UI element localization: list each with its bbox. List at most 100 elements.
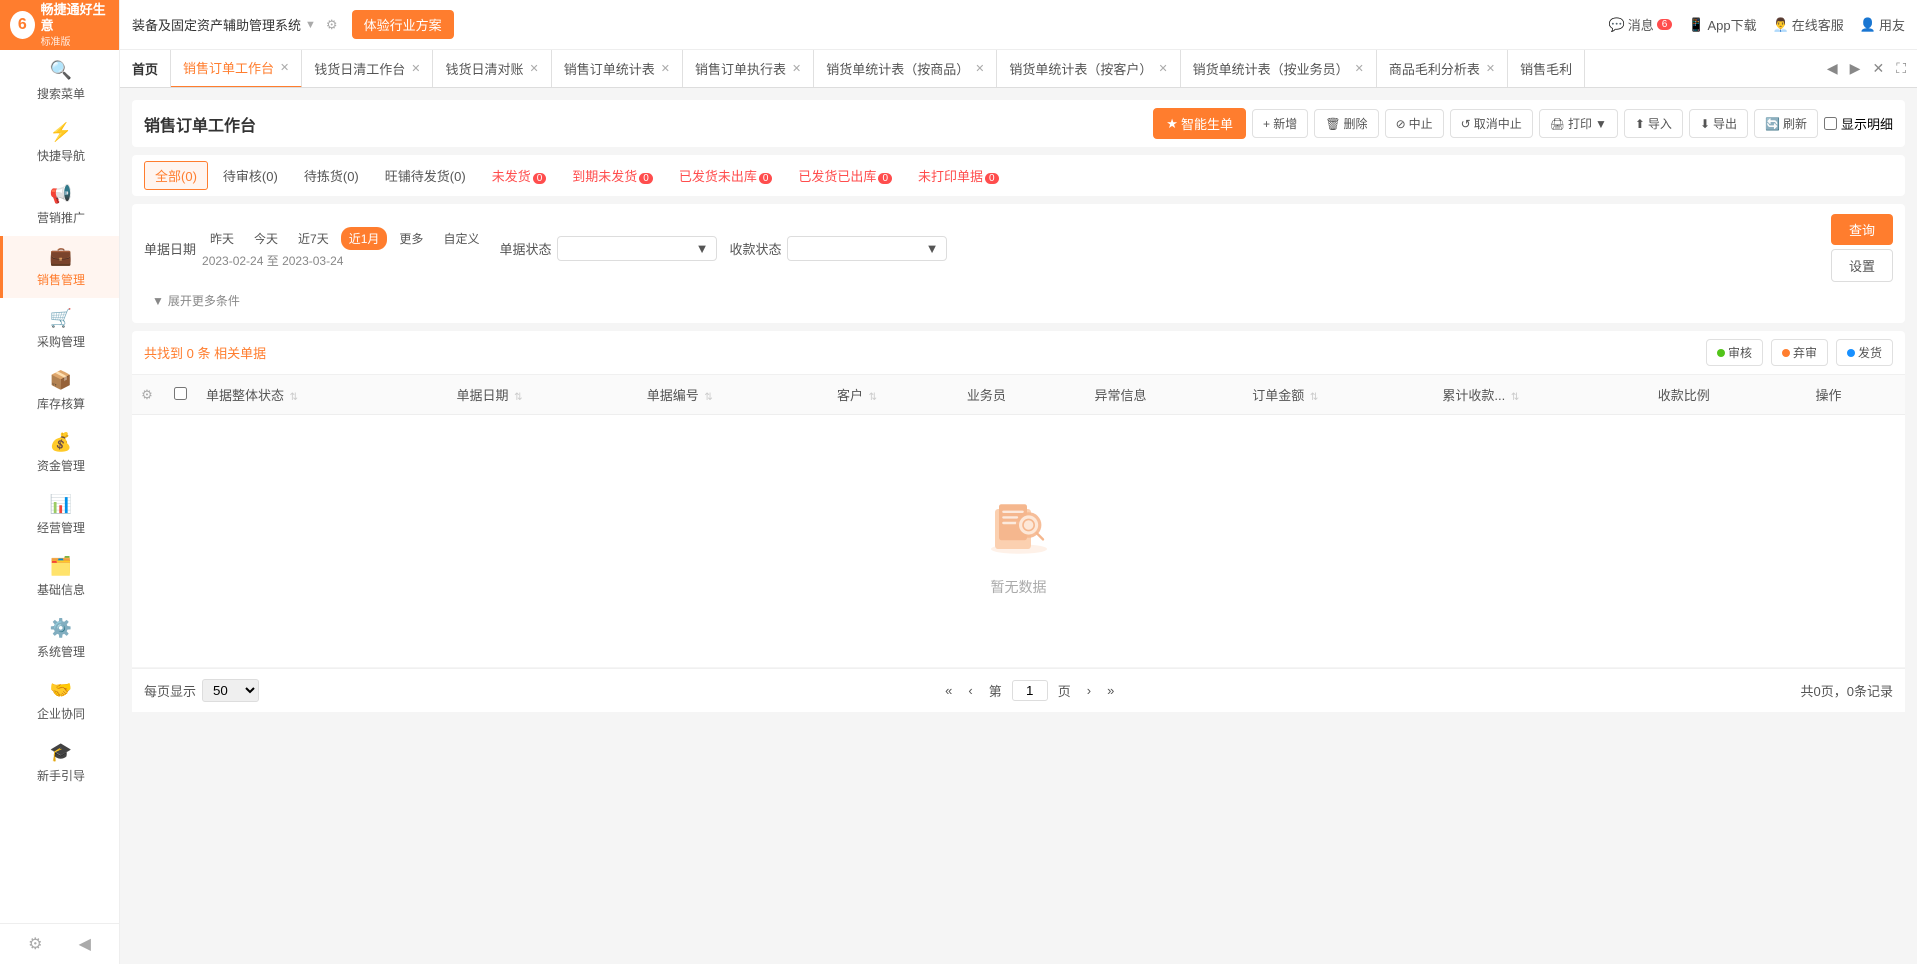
review-action-button[interactable]: 审核	[1706, 339, 1763, 366]
ftab-shipped-not-out[interactable]: 已发货未出库0	[668, 161, 784, 190]
unconfirm-action-button[interactable]: 弃审	[1771, 339, 1828, 366]
date-shortcut-1month[interactable]: 近1月	[341, 227, 388, 250]
ftab-wangpu-pending[interactable]: 旺铺待发货(0)	[374, 161, 477, 190]
sidebar-item-enterprise[interactable]: 🤝 企业协同	[0, 670, 119, 732]
page-number-input[interactable]	[1012, 680, 1048, 701]
tab-sales-summary-staff[interactable]: 销货单统计表（按业务员） ✕	[1181, 50, 1377, 88]
close-tab-icon[interactable]: ✕	[411, 62, 420, 75]
tabs-scroll-right-icon[interactable]: ▶	[1845, 58, 1866, 79]
th-settings[interactable]: ⚙	[132, 375, 162, 415]
payment-select[interactable]: ▼	[787, 236, 947, 261]
first-page-icon[interactable]: «	[939, 681, 958, 700]
empty-cell: 暂无数据	[132, 415, 1905, 668]
sort-icon[interactable]: ⇅	[514, 392, 522, 403]
sort-icon[interactable]: ⇅	[869, 392, 877, 403]
setting-button[interactable]: 设置	[1831, 249, 1893, 282]
tabs-fullscreen-icon[interactable]: ⛶	[1891, 58, 1911, 79]
tab-cash-reconcile[interactable]: 钱货日清对账 ✕	[433, 50, 551, 88]
close-tab-icon[interactable]: ✕	[1355, 62, 1364, 75]
last-page-icon[interactable]: »	[1101, 681, 1120, 700]
select-all-checkbox[interactable]	[174, 387, 187, 400]
show-detail-checkbox-label[interactable]: 显示明细	[1824, 114, 1893, 133]
tab-sales-summary-customer[interactable]: 销货单统计表（按客户） ✕	[997, 50, 1180, 88]
date-shortcut-custom[interactable]: 自定义	[435, 227, 487, 250]
collapse-icon[interactable]: ◀	[79, 934, 91, 954]
sort-icon[interactable]: ⇅	[704, 392, 712, 403]
online-service-item[interactable]: 👨‍💼 在线客服	[1773, 15, 1844, 34]
trial-button[interactable]: 体验行业方案	[352, 10, 454, 39]
app-download-item[interactable]: 📱 App下载	[1688, 15, 1756, 34]
sidebar-item-system[interactable]: ⚙️ 系统管理	[0, 608, 119, 670]
sidebar-item-baseinfo[interactable]: 🗂️ 基础信息	[0, 546, 119, 608]
export-button[interactable]: ⬇ 导出	[1689, 109, 1748, 138]
import-button[interactable]: ⬆ 导入	[1624, 109, 1683, 138]
sidebar-item-newbie[interactable]: 🎓 新手引导	[0, 732, 119, 794]
close-tab-icon[interactable]: ✕	[280, 61, 289, 74]
tab-gross-margin[interactable]: 商品毛利分析表 ✕	[1377, 50, 1508, 88]
date-shortcut-more[interactable]: 更多	[391, 227, 431, 250]
sort-icon[interactable]: ⇅	[1511, 392, 1519, 403]
ftab-pending-review[interactable]: 待审核(0)	[212, 161, 289, 190]
tab-home[interactable]: 首页	[120, 50, 171, 88]
sidebar-item-finance[interactable]: 💰 资金管理	[0, 422, 119, 484]
next-page-icon[interactable]: ›	[1081, 681, 1097, 700]
tabs-scroll-left-icon[interactable]: ◀	[1822, 58, 1843, 79]
tab-cash-daily[interactable]: 钱货日清工作台 ✕	[302, 50, 433, 88]
sort-icon[interactable]: ⇅	[1310, 392, 1318, 403]
cancel-suspend-button[interactable]: ↺ 取消中止	[1450, 109, 1533, 138]
ftab-shipped-out[interactable]: 已发货已出库0	[787, 161, 903, 190]
sidebar-item-purchase[interactable]: 🛒 采购管理	[0, 298, 119, 360]
show-detail-checkbox[interactable]	[1824, 117, 1837, 130]
close-tab-icon[interactable]: ✕	[1158, 62, 1167, 75]
suspend-button[interactable]: ⊘ 中止	[1385, 109, 1444, 138]
sort-icon[interactable]: ⇅	[290, 392, 298, 403]
ftab-pending-inspect[interactable]: 待拣货(0)	[293, 161, 370, 190]
tab-cash-reconcile-label: 钱货日清对账	[445, 59, 523, 78]
close-tab-icon[interactable]: ✕	[792, 62, 801, 75]
close-tab-icon[interactable]: ✕	[661, 62, 670, 75]
print-button[interactable]: 🖨 打印 ▼	[1539, 109, 1618, 138]
date-shortcut-yesterday[interactable]: 昨天	[202, 227, 242, 250]
app-download-label: App下载	[1707, 15, 1756, 34]
ftab-not-shipped[interactable]: 未发货0	[481, 161, 558, 190]
sidebar-item-search[interactable]: 🔍 搜索菜单	[0, 50, 119, 112]
date-shortcut-today[interactable]: 今天	[246, 227, 286, 250]
sidebar-item-operations[interactable]: 📊 经营管理	[0, 484, 119, 546]
sidebar-item-quicknav[interactable]: ⚡ 快捷导航	[0, 112, 119, 174]
tab-sales-profit[interactable]: 销售毛利	[1508, 50, 1585, 88]
close-tab-icon[interactable]: ✕	[975, 62, 984, 75]
date-shortcut-7days[interactable]: 近7天	[290, 227, 337, 250]
page-size-dropdown[interactable]: 50 20 100	[202, 679, 259, 702]
ship-action-button[interactable]: 发货	[1836, 339, 1893, 366]
tabs-close-all-icon[interactable]: ✕	[1867, 58, 1889, 79]
smart-gen-button[interactable]: ★ 智能生单	[1153, 108, 1246, 139]
th-checkbox[interactable]	[162, 375, 198, 415]
sidebar-item-sales[interactable]: 💼 销售管理	[0, 236, 119, 298]
ftab-expired-not-shipped[interactable]: 到期未发货0	[561, 161, 664, 190]
tab-sales-stat[interactable]: 销售订单统计表 ✕	[552, 50, 683, 88]
ftab-all[interactable]: 全部(0)	[144, 161, 208, 190]
sidebar-item-marketing[interactable]: 📢 营销推广	[0, 174, 119, 236]
sidebar-item-inventory[interactable]: 📦 库存核算	[0, 360, 119, 422]
status-select[interactable]: ▼	[557, 236, 717, 261]
refresh-button[interactable]: 🔄 刷新	[1754, 109, 1818, 138]
query-button[interactable]: 查询	[1831, 214, 1893, 245]
close-tab-icon[interactable]: ✕	[1486, 62, 1495, 75]
user-item[interactable]: 👤 用友	[1860, 15, 1905, 34]
ftab-not-printed[interactable]: 未打印单据0	[907, 161, 1010, 190]
add-button[interactable]: + 新增	[1252, 109, 1308, 138]
tab-sales-exec[interactable]: 销售订单执行表 ✕	[683, 50, 814, 88]
settings-gear-icon[interactable]: ⚙	[326, 17, 338, 33]
payment-select-arrow-icon: ▼	[926, 241, 939, 256]
tab-sales-workbench[interactable]: 销售订单工作台 ✕	[171, 50, 302, 88]
table-count: 共找到 0 条 相关单据	[144, 343, 266, 362]
sys-title-dropdown[interactable]: 装备及固定资产辅助管理系统 ▼	[132, 15, 316, 34]
settings-icon[interactable]: ⚙	[28, 934, 42, 954]
delete-button[interactable]: 🗑 删除	[1314, 109, 1378, 138]
tab-home-label: 首页	[132, 59, 158, 78]
expand-conditions-button[interactable]: ▼ 展开更多条件	[144, 288, 1893, 313]
tab-sales-summary-product[interactable]: 销货单统计表（按商品） ✕	[814, 50, 997, 88]
message-item[interactable]: 💬 消息 6	[1609, 15, 1673, 34]
prev-page-icon[interactable]: ‹	[962, 681, 978, 700]
close-tab-icon[interactable]: ✕	[530, 62, 539, 75]
